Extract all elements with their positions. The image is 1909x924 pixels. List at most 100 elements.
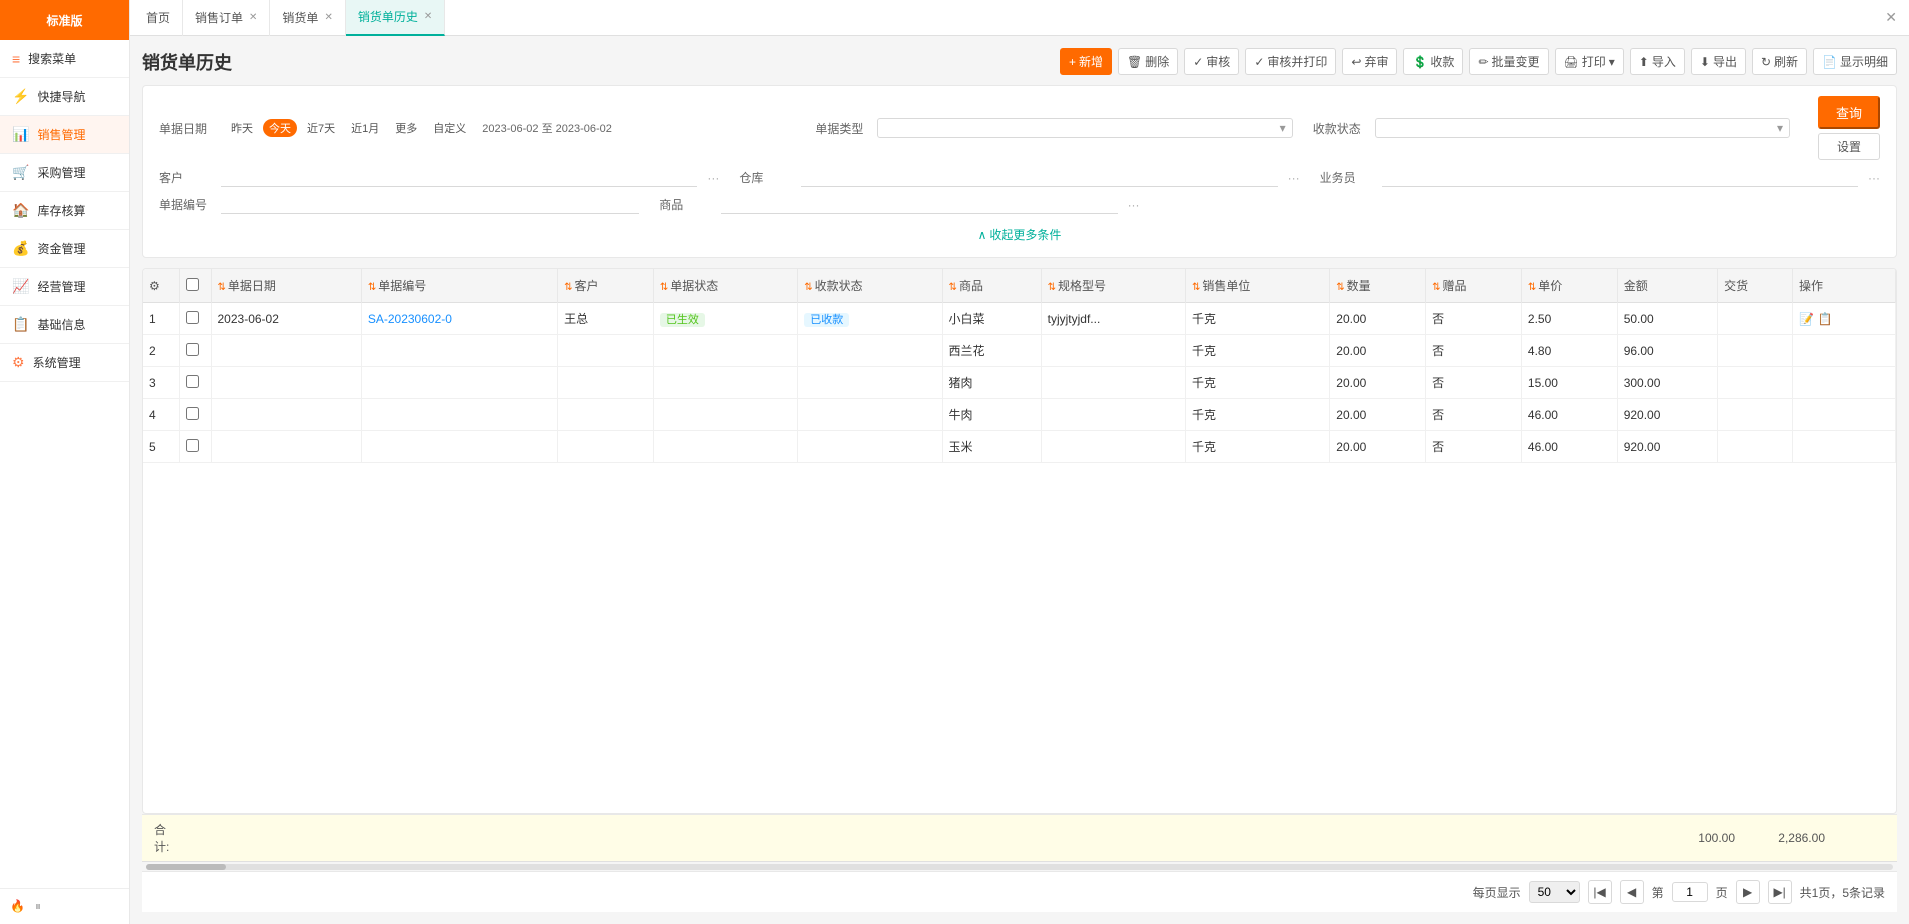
filter-pay-status-select[interactable]: ▾ [1375,118,1790,138]
sidebar-footer-icon2[interactable]: ⏸ [35,899,41,914]
warehouse-input[interactable] [801,168,1277,187]
date-tag-more[interactable]: 更多 [389,119,423,137]
col-goods[interactable]: ⇅商品 [942,269,1041,303]
col-spec[interactable]: ⇅规格型号 [1041,269,1185,303]
tab-sales-order-close[interactable]: ✕ [249,12,257,23]
add-button[interactable]: + 新增 [1060,48,1112,75]
sidebar-item-operations[interactable]: 📈 经营管理 [0,268,129,306]
col-doc-no[interactable]: ⇅单据编号 [361,269,557,303]
doc-no-link[interactable]: SA-20230602-0 [368,312,452,326]
tab-sales-order[interactable]: 销售订单 ✕ [183,0,270,36]
row-checkbox-input[interactable] [186,343,199,356]
collapse-button[interactable]: ∧ 收起更多条件 [974,222,1066,247]
warehouse-dots[interactable]: ··· [1288,171,1300,185]
delete-icon: 🗑 [1127,55,1142,69]
abandon-button[interactable]: ↩ 弃审 [1342,48,1397,75]
tab-sales-goods-close[interactable]: ✕ [324,12,332,23]
date-tag-7days[interactable]: 近7天 [301,119,341,137]
col-qty[interactable]: ⇅数量 [1330,269,1426,303]
tab-sales-history-close[interactable]: ✕ [424,11,432,22]
sidebar-item-label: 基础信息 [37,316,85,333]
row-doc-no[interactable] [361,431,557,463]
row-checkbox[interactable] [179,399,211,431]
sidebar-item-basic-info[interactable]: 📋 基础信息 [0,306,129,344]
salesperson-input[interactable] [1382,168,1858,187]
action-icon[interactable]: 📋 [1818,312,1833,326]
row-action[interactable] [1792,399,1895,431]
refresh-icon: ↻ [1761,55,1771,69]
goods-dots[interactable]: ··· [1128,198,1140,212]
tab-sales-history[interactable]: 销货单历史 ✕ [346,0,445,36]
batch-change-button[interactable]: ✏ 批量变更 [1469,48,1548,75]
col-pay-status[interactable]: ⇅收款状态 [798,269,942,303]
export-button[interactable]: ⬇ 导出 [1691,48,1746,75]
sidebar-item-sales-mgmt[interactable]: 📊 销售管理 [0,116,129,154]
import-button[interactable]: ⬆ 导入 [1630,48,1685,75]
row-checkbox-input[interactable] [186,311,199,324]
row-action[interactable] [1792,335,1895,367]
date-tag-today[interactable]: 今天 [263,119,297,137]
salesperson-dots[interactable]: ··· [1868,171,1880,185]
row-checkbox-input[interactable] [186,439,199,452]
last-page-btn[interactable]: ▶| [1768,880,1792,904]
prev-page-btn[interactable]: ◀ [1620,880,1644,904]
audit-print-button[interactable]: ✓ 审核并打印 [1245,48,1336,75]
row-checkbox[interactable] [179,431,211,463]
sidebar-item-quick-nav[interactable]: ⚡ 快捷导航 [0,78,129,116]
filter-warehouse-label: 仓库 [739,169,795,186]
tab-home[interactable]: 首页 [134,0,183,36]
doc-no-input[interactable] [221,195,639,214]
row-checkbox-input[interactable] [186,407,199,420]
pagination: 每页显示 50 100 200 |◀ ◀ 第 页 ▶ ▶| 共1页，5条记录 [142,871,1897,912]
sidebar-item-inventory[interactable]: 🏠 库存核算 [0,192,129,230]
first-page-btn[interactable]: |◀ [1588,880,1612,904]
date-tag-1month[interactable]: 近1月 [345,119,385,137]
row-action[interactable] [1792,431,1895,463]
row-checkbox[interactable] [179,303,211,335]
col-price[interactable]: ⇅单价 [1521,269,1617,303]
col-gift[interactable]: ⇅赠品 [1426,269,1522,303]
row-action[interactable] [1792,367,1895,399]
row-action[interactable]: 📝📋 [1792,303,1895,335]
col-customer[interactable]: ⇅客户 [558,269,654,303]
date-tag-custom[interactable]: 自定义 [427,119,472,137]
col-date[interactable]: ⇅单据日期 [211,269,361,303]
settings-button[interactable]: 设置 [1818,133,1880,160]
query-button[interactable]: 查询 [1818,96,1880,129]
horizontal-scrollbar[interactable] [142,861,1897,871]
row-doc-no[interactable] [361,367,557,399]
refresh-button[interactable]: ↻ 刷新 [1752,48,1807,75]
customer-dots[interactable]: ··· [707,171,719,185]
scrollbar-thumb[interactable] [146,864,226,870]
collect-button[interactable]: 💲 收款 [1403,48,1463,75]
per-page-select[interactable]: 50 100 200 [1529,881,1580,903]
row-checkbox[interactable] [179,367,211,399]
row-checkbox[interactable] [179,335,211,367]
sidebar-item-purchase-mgmt[interactable]: 🛒 采购管理 [0,154,129,192]
sidebar-footer-icon1[interactable]: 🔥 [10,899,25,914]
row-doc-no[interactable]: SA-20230602-0 [361,303,557,335]
row-doc-no[interactable] [361,399,557,431]
col-settings[interactable]: ⚙ [143,269,179,303]
tab-sales-goods[interactable]: 销货单 ✕ [270,0,345,36]
col-unit[interactable]: ⇅销售单位 [1185,269,1329,303]
filter-doc-type-select[interactable]: ▾ [877,118,1292,138]
col-doc-status[interactable]: ⇅单据状态 [653,269,797,303]
goods-input[interactable] [721,195,1117,214]
action-icon[interactable]: 📝 [1799,312,1814,326]
show-detail-button[interactable]: 📄 显示明细 [1813,48,1897,75]
sidebar-item-search-menu[interactable]: ≡ 搜索菜单 [0,40,129,78]
sidebar-item-sys-mgmt[interactable]: ⚙ 系统管理 [0,344,129,382]
print-button[interactable]: 🖨 打印 ▾ [1555,48,1624,75]
close-all-tabs[interactable]: ✕ [1885,9,1897,26]
row-doc-no[interactable] [361,335,557,367]
audit-button[interactable]: ✓ 审核 [1184,48,1239,75]
date-tag-yesterday[interactable]: 昨天 [225,119,259,137]
page-input[interactable] [1672,882,1708,902]
next-page-btn[interactable]: ▶ [1736,880,1760,904]
row-checkbox-input[interactable] [186,375,199,388]
customer-input[interactable] [221,168,697,187]
delete-button[interactable]: 🗑 删除 [1118,48,1178,75]
select-all-checkbox[interactable] [186,278,199,291]
sidebar-item-finance[interactable]: 💰 资金管理 [0,230,129,268]
